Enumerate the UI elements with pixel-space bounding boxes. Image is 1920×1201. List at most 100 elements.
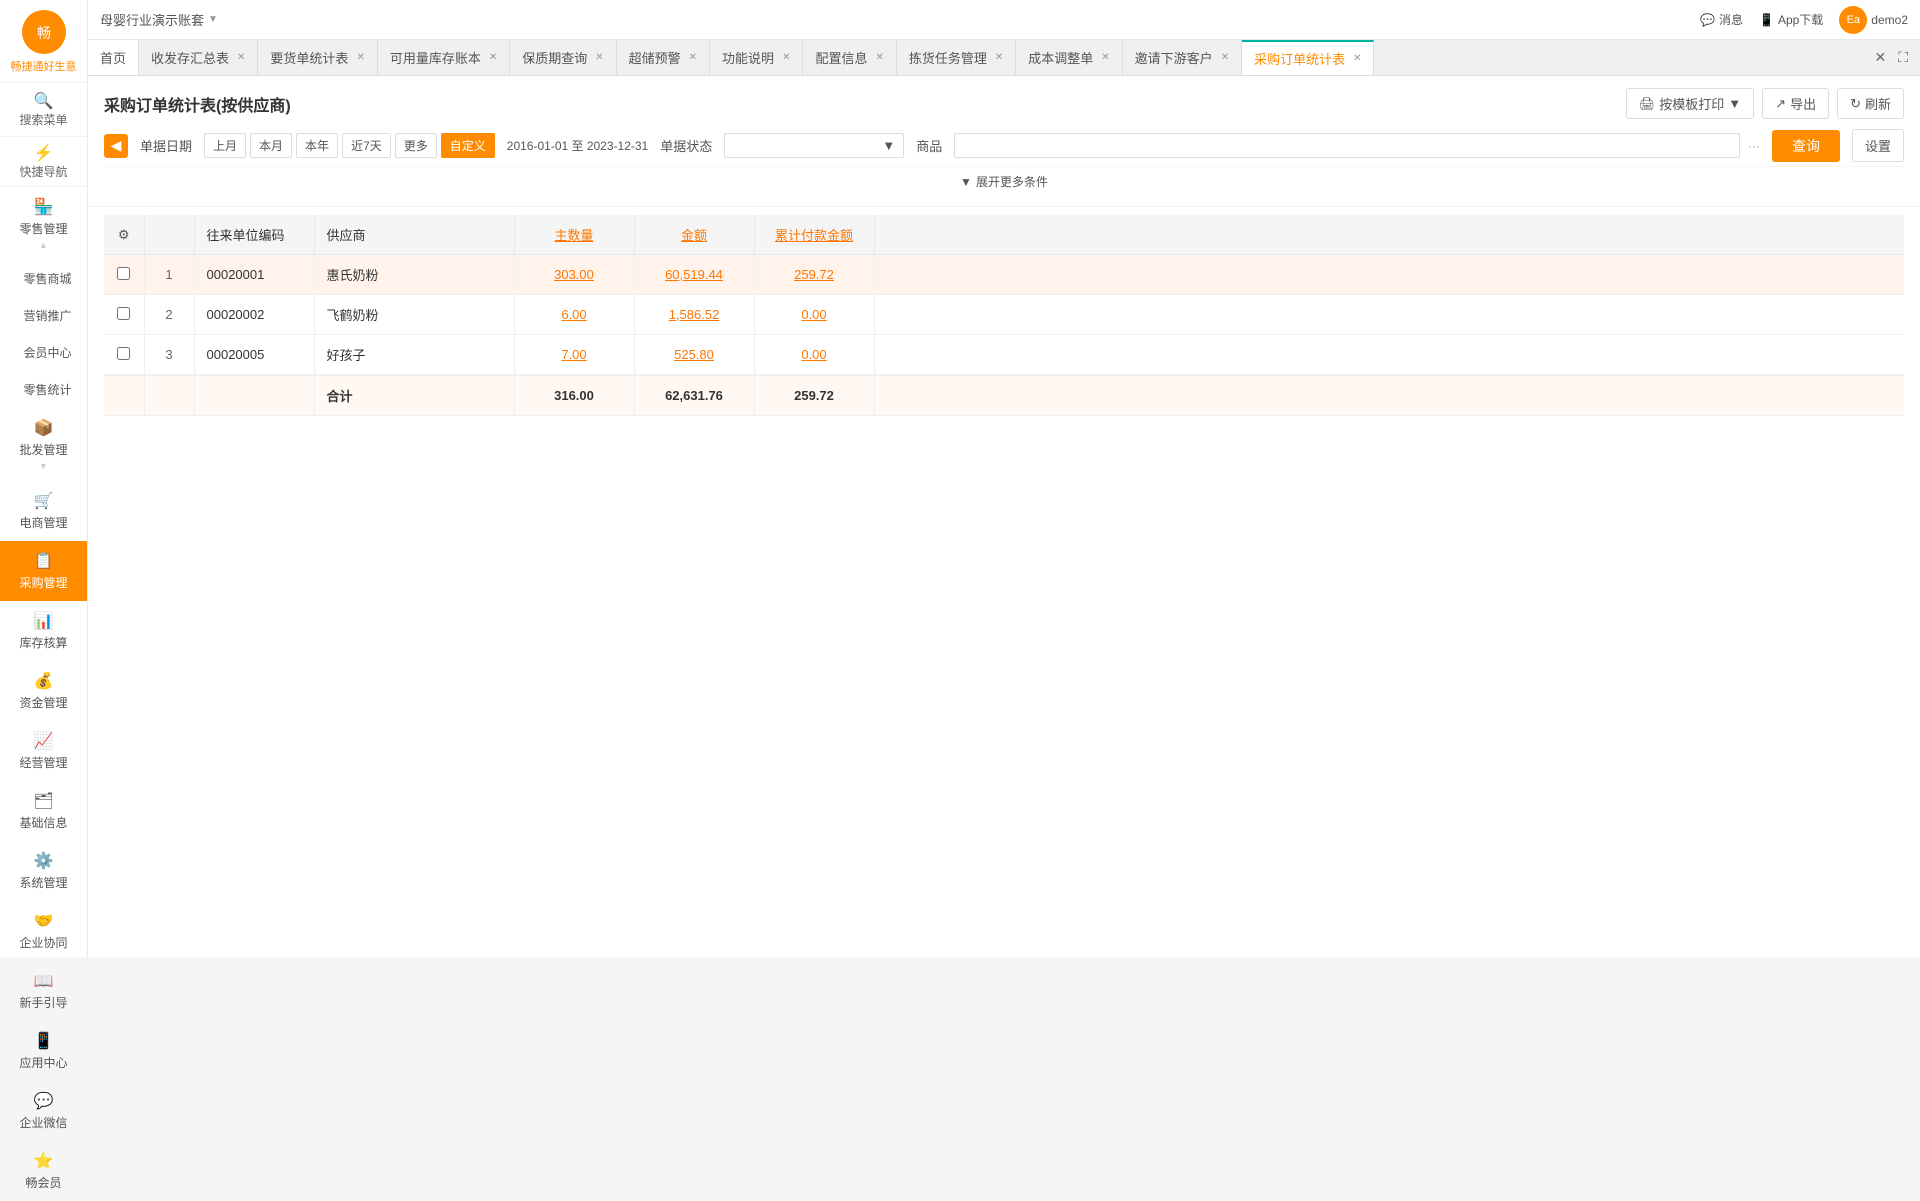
table-body: 1 00020001 惠氏奶粉 303.00 60,519.44 259.72 … [104, 255, 1904, 376]
tab-close-icon[interactable]: ✕ [689, 52, 697, 63]
row-num: 1 [144, 255, 194, 295]
date-this-month-btn[interactable]: 本月 [250, 133, 292, 158]
message-icon: 💬 [1700, 13, 1715, 27]
date-more-btn[interactable]: 更多 [395, 133, 437, 158]
tab-available-stock[interactable]: 可用量库存账本 ✕ [378, 40, 510, 76]
date-this-year-btn[interactable]: 本年 [296, 133, 338, 158]
message-btn[interactable]: 💬 消息 [1700, 11, 1743, 28]
row-checkbox[interactable] [104, 255, 144, 295]
tab-close-icon[interactable]: ✕ [995, 52, 1003, 63]
col-num-header [144, 215, 194, 255]
sidebar-item-finance[interactable]: 💰 资金管理 [0, 661, 87, 721]
row-checkbox[interactable] [104, 335, 144, 376]
breadcrumb-area: 母婴行业演示账套 ▼ [100, 10, 218, 29]
row-paid[interactable]: 0.00 [754, 335, 874, 376]
sidebar-item-purchase[interactable]: 📋 采购管理 [0, 541, 87, 601]
row-paid[interactable]: 259.72 [754, 255, 874, 295]
col-code-header[interactable]: 往来单位编码 [194, 215, 314, 255]
sidebar-item-basic[interactable]: 🗂 基础信息 [0, 781, 87, 841]
date-custom-btn[interactable]: 自定义 [441, 133, 495, 158]
sidebar-item-member2[interactable]: ⭐ 畅会员 [0, 1141, 87, 1201]
tab-home[interactable]: 首页 [88, 40, 139, 76]
sidebar-item-ecommerce[interactable]: 🛒 电商管理 [0, 481, 87, 541]
tab-pick-task[interactable]: 拣货任务管理 ✕ [897, 40, 1016, 76]
col-qty-header[interactable]: 主数量 [514, 215, 634, 255]
tab-close-icon[interactable]: ✕ [595, 52, 603, 63]
sidebar-item-operation[interactable]: 📈 经营管理 [0, 721, 87, 781]
col-checkbox-header[interactable]: ⚙ [104, 215, 144, 255]
status-dropdown-icon: ▼ [882, 138, 895, 153]
sidebar-item-inventory[interactable]: 📊 库存核算 [0, 601, 87, 661]
footer-qty: 316.00 [514, 375, 634, 416]
tab-overstock[interactable]: 超储预警 ✕ [617, 40, 710, 76]
date-label: 单据日期 [140, 136, 192, 155]
sidebar-item-wechat[interactable]: 💬 企业微信 [0, 1081, 87, 1141]
tab-close-icon[interactable]: ✕ [237, 52, 245, 63]
user-profile[interactable]: Ea demo2 [1839, 6, 1908, 34]
row-qty[interactable]: 6.00 [514, 295, 634, 335]
sidebar-item-enterprise[interactable]: 🤝 企业协同 [0, 901, 87, 961]
refresh-btn[interactable]: ↻ 刷新 [1837, 88, 1904, 119]
sidebar-item-wholesale[interactable]: 📦 批发管理 ▼ [0, 408, 87, 481]
sidebar-item-member[interactable]: 会员中心 [0, 334, 87, 371]
tab-close-icon[interactable]: ✕ [489, 52, 497, 63]
row-amount[interactable]: 60,519.44 [634, 255, 754, 295]
row-qty[interactable]: 303.00 [514, 255, 634, 295]
row-checkbox[interactable] [104, 295, 144, 335]
tab-expand-btn[interactable]: ⛶ [1894, 47, 1912, 68]
search-menu[interactable]: 🔍 搜索菜单 [0, 83, 87, 137]
tab-invite-downstream[interactable]: 邀请下游客户 ✕ [1123, 40, 1242, 76]
filter-toggle-btn[interactable]: ◀ [104, 134, 128, 158]
sidebar-item-retail-stat[interactable]: 零售统计 [0, 371, 87, 408]
goods-input[interactable] [954, 133, 1740, 158]
tab-receive-summary[interactable]: 收发存汇总表 ✕ [139, 40, 258, 76]
col-paid-header[interactable]: 累计付款金额 [754, 215, 874, 255]
tab-close-icon[interactable]: ✕ [1101, 52, 1109, 63]
sidebar-item-guide[interactable]: 📖 新手引导 [0, 961, 87, 1021]
expand-more-btn[interactable]: ▼ 展开更多条件 [104, 166, 1904, 196]
tab-close-all-btn[interactable]: ✕ [1870, 47, 1890, 68]
sidebar-item-retail[interactable]: 🏪 零售管理 ▲ [0, 187, 87, 260]
svg-text:畅: 畅 [37, 26, 51, 42]
quick-nav[interactable]: ⚡ 快捷导航 [0, 137, 87, 187]
date-last-month-btn[interactable]: 上月 [204, 133, 246, 158]
tab-close-icon[interactable]: ✕ [1221, 52, 1229, 63]
tab-close-icon[interactable]: ✕ [875, 52, 883, 63]
status-select[interactable]: ▼ [724, 133, 904, 158]
row-amount[interactable]: 1,586.52 [634, 295, 754, 335]
col-supplier-header[interactable]: 供应商 [314, 215, 514, 255]
tab-order-summary[interactable]: 要货单统计表 ✕ [258, 40, 377, 76]
row-supplier: 飞鹤奶粉 [314, 295, 514, 335]
sidebar-item-marketing[interactable]: 营销推广 [0, 297, 87, 334]
logo-text: 畅捷通好生意 [11, 58, 77, 74]
tab-function-desc[interactable]: 功能说明 ✕ [710, 40, 803, 76]
tab-close-icon[interactable]: ✕ [1353, 53, 1361, 64]
sidebar-item-system[interactable]: ⚙️ 系统管理 [0, 841, 87, 901]
tab-purchase-summary[interactable]: 采购订单统计表 ✕ [1242, 40, 1374, 76]
row-qty[interactable]: 7.00 [514, 335, 634, 376]
page-content: 采购订单统计表(按供应商) 🖨 按模板打印 ▼ ↗ 导出 ↻ 刷新 [88, 76, 1920, 957]
table-footer-row: 合计 316.00 62,631.76 259.72 [104, 375, 1904, 416]
tab-warranty[interactable]: 保质期查询 ✕ [510, 40, 616, 76]
more-filter-btn[interactable]: ··· [1748, 139, 1760, 153]
col-amount-header[interactable]: 金额 [634, 215, 754, 255]
row-paid[interactable]: 0.00 [754, 295, 874, 335]
tab-cost-adjust[interactable]: 成本调整单 ✕ [1016, 40, 1122, 76]
settings-btn[interactable]: 设置 [1852, 129, 1904, 162]
date-7days-btn[interactable]: 近7天 [342, 133, 391, 158]
tab-close-icon[interactable]: ✕ [356, 52, 364, 63]
row-code: 00020002 [194, 295, 314, 335]
export-btn[interactable]: ↗ 导出 [1762, 88, 1829, 119]
sidebar-item-appstore[interactable]: 📱 应用中心 [0, 1021, 87, 1081]
tab-bar: 首页 收发存汇总表 ✕ 要货单统计表 ✕ 可用量库存账本 ✕ 保质期查询 ✕ 超… [88, 40, 1920, 76]
row-amount[interactable]: 525.80 [634, 335, 754, 376]
table-row: 1 00020001 惠氏奶粉 303.00 60,519.44 259.72 [104, 255, 1904, 295]
app-download-btn[interactable]: 📱 App下载 [1759, 11, 1823, 28]
tab-config[interactable]: 配置信息 ✕ [803, 40, 896, 76]
sidebar-item-retail-mall[interactable]: 零售商城 [0, 260, 87, 297]
page-header-actions: 🖨 按模板打印 ▼ ↗ 导出 ↻ 刷新 [1626, 88, 1904, 119]
print-btn[interactable]: 🖨 按模板打印 ▼ [1626, 88, 1754, 119]
tab-close-icon[interactable]: ✕ [782, 52, 790, 63]
query-btn[interactable]: 查询 [1772, 130, 1840, 162]
breadcrumb[interactable]: 母婴行业演示账套 ▼ [100, 10, 218, 29]
